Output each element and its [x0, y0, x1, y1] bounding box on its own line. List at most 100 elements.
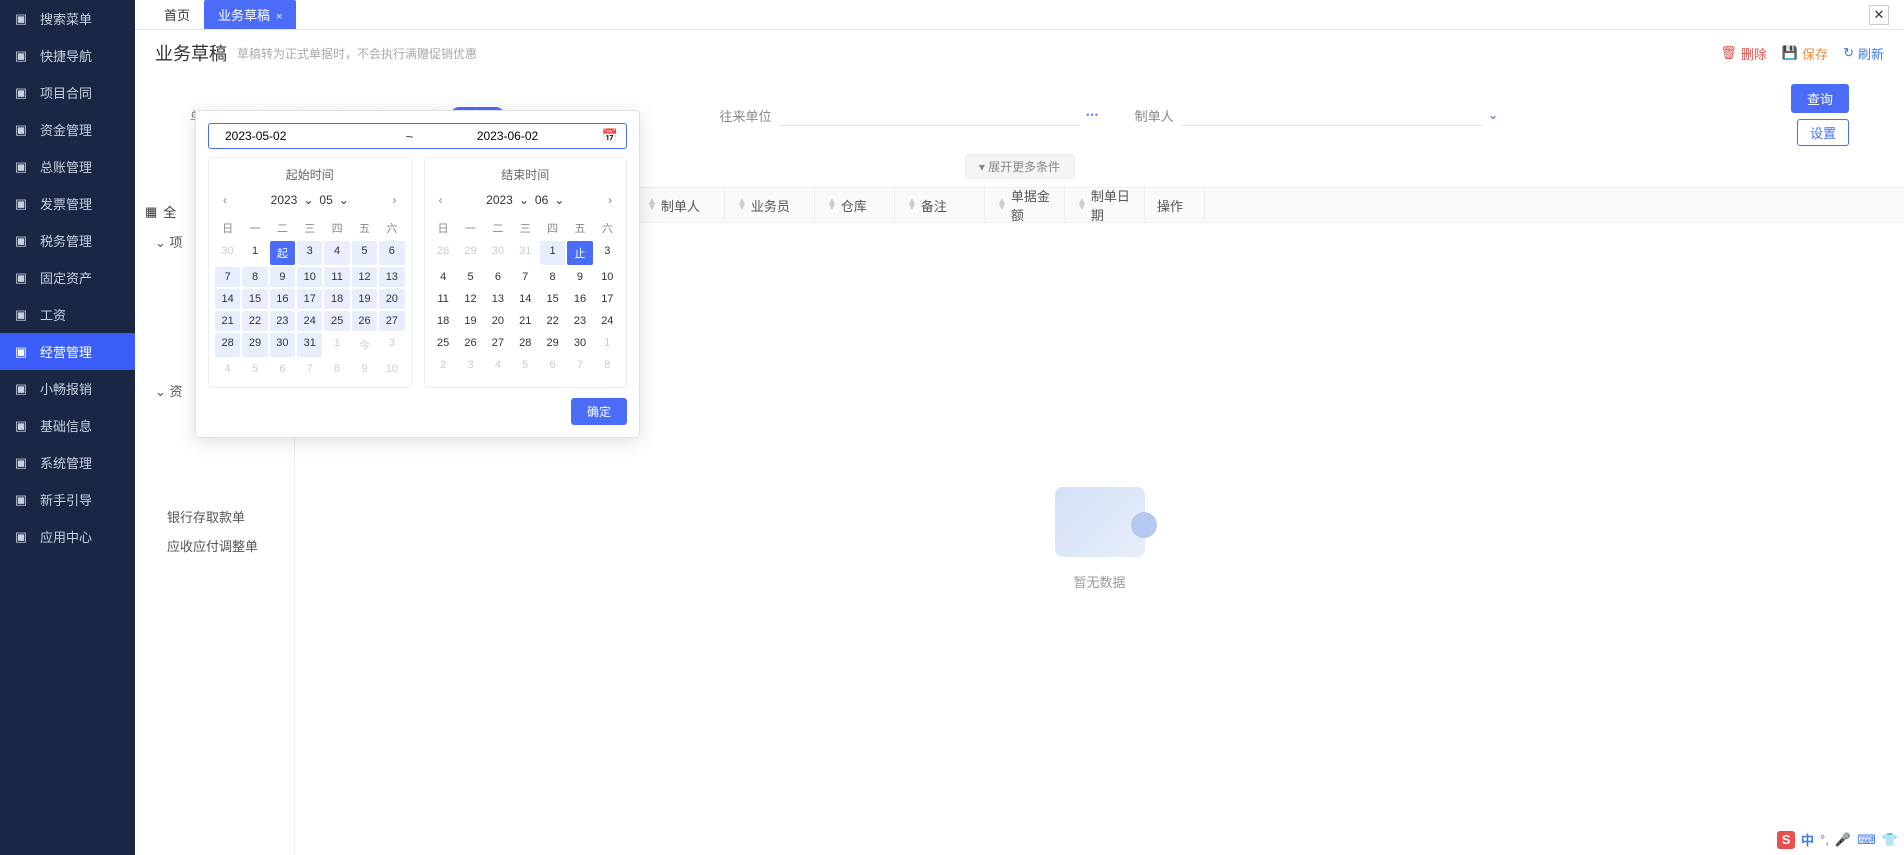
day-4[interactable]: 4 — [431, 267, 456, 287]
day-next[interactable]: 1 — [595, 333, 620, 353]
day-11[interactable]: 11 — [324, 267, 349, 287]
confirm-button[interactable]: 确定 — [571, 398, 627, 425]
sidebar-item-6[interactable]: ▣税务管理 — [0, 222, 135, 259]
day-next[interactable]: 2 — [431, 355, 456, 375]
sidebar-item-8[interactable]: ▣工资 — [0, 296, 135, 333]
day-2[interactable]: 起 — [270, 241, 295, 265]
day-24[interactable]: 24 — [297, 311, 322, 331]
day-14[interactable]: 14 — [513, 289, 538, 309]
day-12[interactable]: 12 — [352, 267, 377, 287]
creator-dropdown-button[interactable]: ⌄ — [1482, 107, 1505, 123]
ime-keyboard-icon[interactable]: ⌨ — [1857, 832, 1876, 848]
day-next[interactable]: 3 — [458, 355, 483, 375]
day-21[interactable]: 21 — [215, 311, 240, 331]
day-7[interactable]: 7 — [215, 267, 240, 287]
column-8[interactable]: 操作 — [1145, 188, 1205, 222]
day-13[interactable]: 13 — [379, 267, 404, 287]
day-8[interactable]: 8 — [242, 267, 267, 287]
day-9[interactable]: 9 — [270, 267, 295, 287]
day-next[interactable]: 10 — [379, 359, 404, 379]
day-next[interactable]: 5 — [513, 355, 538, 375]
sidebar-item-9[interactable]: ▣经营管理 — [0, 333, 135, 370]
day-11[interactable]: 11 — [431, 289, 456, 309]
day-5[interactable]: 5 — [352, 241, 377, 265]
sidebar-item-12[interactable]: ▣系统管理 — [0, 444, 135, 481]
day-next[interactable]: 今 — [352, 333, 377, 357]
day-next[interactable]: 4 — [215, 359, 240, 379]
day-next[interactable]: 7 — [567, 355, 592, 375]
sidebar-item-14[interactable]: ▣应用中心 — [0, 518, 135, 555]
day-7[interactable]: 7 — [513, 267, 538, 287]
day-3[interactable]: 3 — [297, 241, 322, 265]
tree-item-bank[interactable]: 银行存取款单 — [145, 502, 284, 531]
sidebar-item-10[interactable]: ▣小畅报销 — [0, 370, 135, 407]
prev-month-button[interactable]: ‹ — [219, 191, 231, 209]
sidebar-item-5[interactable]: ▣发票管理 — [0, 185, 135, 222]
day-9[interactable]: 9 — [567, 267, 592, 287]
day-15[interactable]: 15 — [540, 289, 565, 309]
sort-icon[interactable]: ▲▼ — [827, 199, 837, 211]
day-6[interactable]: 6 — [485, 267, 510, 287]
settings-button[interactable]: 设置 — [1797, 119, 1849, 146]
day-22[interactable]: 22 — [540, 311, 565, 331]
month-select[interactable]: 05 — [319, 193, 332, 207]
sidebar-item-0[interactable]: ▣搜索菜单 — [0, 0, 135, 37]
day-31[interactable]: 31 — [297, 333, 322, 357]
year-select[interactable]: 2023 — [486, 193, 513, 207]
day-5[interactable]: 5 — [458, 267, 483, 287]
sort-icon[interactable]: ▲▼ — [997, 199, 1007, 211]
next-month-button[interactable]: › — [389, 191, 401, 209]
day-24[interactable]: 24 — [595, 311, 620, 331]
year-select[interactable]: 2023 — [271, 193, 298, 207]
column-4[interactable]: ▲▼仓库 — [815, 188, 895, 222]
sidebar-item-3[interactable]: ▣资金管理 — [0, 111, 135, 148]
ime-skin-icon[interactable]: 👕 — [1882, 832, 1898, 848]
day-19[interactable]: 19 — [458, 311, 483, 331]
day-6[interactable]: 6 — [379, 241, 404, 265]
day-4[interactable]: 4 — [324, 241, 349, 265]
day-next[interactable]: 9 — [352, 359, 377, 379]
day-19[interactable]: 19 — [352, 289, 377, 309]
day-10[interactable]: 10 — [297, 267, 322, 287]
ime-s-icon[interactable]: S — [1777, 831, 1795, 849]
tree-item-adjust[interactable]: 应收应付调整单 — [145, 531, 284, 560]
day-25[interactable]: 25 — [431, 333, 456, 353]
column-3[interactable]: ▲▼业务员 — [725, 188, 815, 222]
sidebar-item-1[interactable]: ▣快捷导航 — [0, 37, 135, 74]
day-30[interactable]: 30 — [567, 333, 592, 353]
day-16[interactable]: 16 — [567, 289, 592, 309]
day-prev[interactable]: 31 — [513, 241, 538, 265]
day-26[interactable]: 26 — [458, 333, 483, 353]
sidebar-item-2[interactable]: ▣项目合同 — [0, 74, 135, 111]
day-29[interactable]: 29 — [242, 333, 267, 357]
ime-mic-icon[interactable]: 🎤 — [1835, 832, 1851, 848]
day-14[interactable]: 14 — [215, 289, 240, 309]
delete-button[interactable]: 🗑删除 — [1720, 44, 1767, 63]
day-12[interactable]: 12 — [458, 289, 483, 309]
search-button[interactable]: 查询 — [1791, 84, 1849, 113]
day-1[interactable]: 1 — [242, 241, 267, 265]
sort-icon[interactable]: ▲▼ — [647, 199, 657, 211]
tab-1[interactable]: 业务草稿× — [204, 0, 296, 29]
day-10[interactable]: 10 — [595, 267, 620, 287]
expand-filters-button[interactable]: ▾ 展开更多条件 — [965, 154, 1075, 179]
end-date-input[interactable] — [421, 129, 594, 143]
day-next[interactable]: 6 — [540, 355, 565, 375]
day-28[interactable]: 28 — [215, 333, 240, 357]
next-month-button[interactable]: › — [604, 191, 616, 209]
column-7[interactable]: ▲▼制单日期 — [1065, 188, 1145, 222]
day-8[interactable]: 8 — [540, 267, 565, 287]
day-next[interactable]: 8 — [324, 359, 349, 379]
day-prev[interactable]: 30 — [485, 241, 510, 265]
day-3[interactable]: 3 — [595, 241, 620, 265]
day-16[interactable]: 16 — [270, 289, 295, 309]
partner-lookup-button[interactable]: ⋯ — [1080, 107, 1105, 123]
save-button[interactable]: 💾保存 — [1782, 44, 1828, 63]
ime-lang[interactable]: 中 — [1801, 830, 1814, 849]
column-2[interactable]: ▲▼制单人 — [635, 188, 725, 222]
day-next[interactable]: 1 — [324, 333, 349, 357]
day-17[interactable]: 17 — [595, 289, 620, 309]
day-prev[interactable]: 30 — [215, 241, 240, 265]
day-13[interactable]: 13 — [485, 289, 510, 309]
day-prev[interactable]: 28 — [431, 241, 456, 265]
